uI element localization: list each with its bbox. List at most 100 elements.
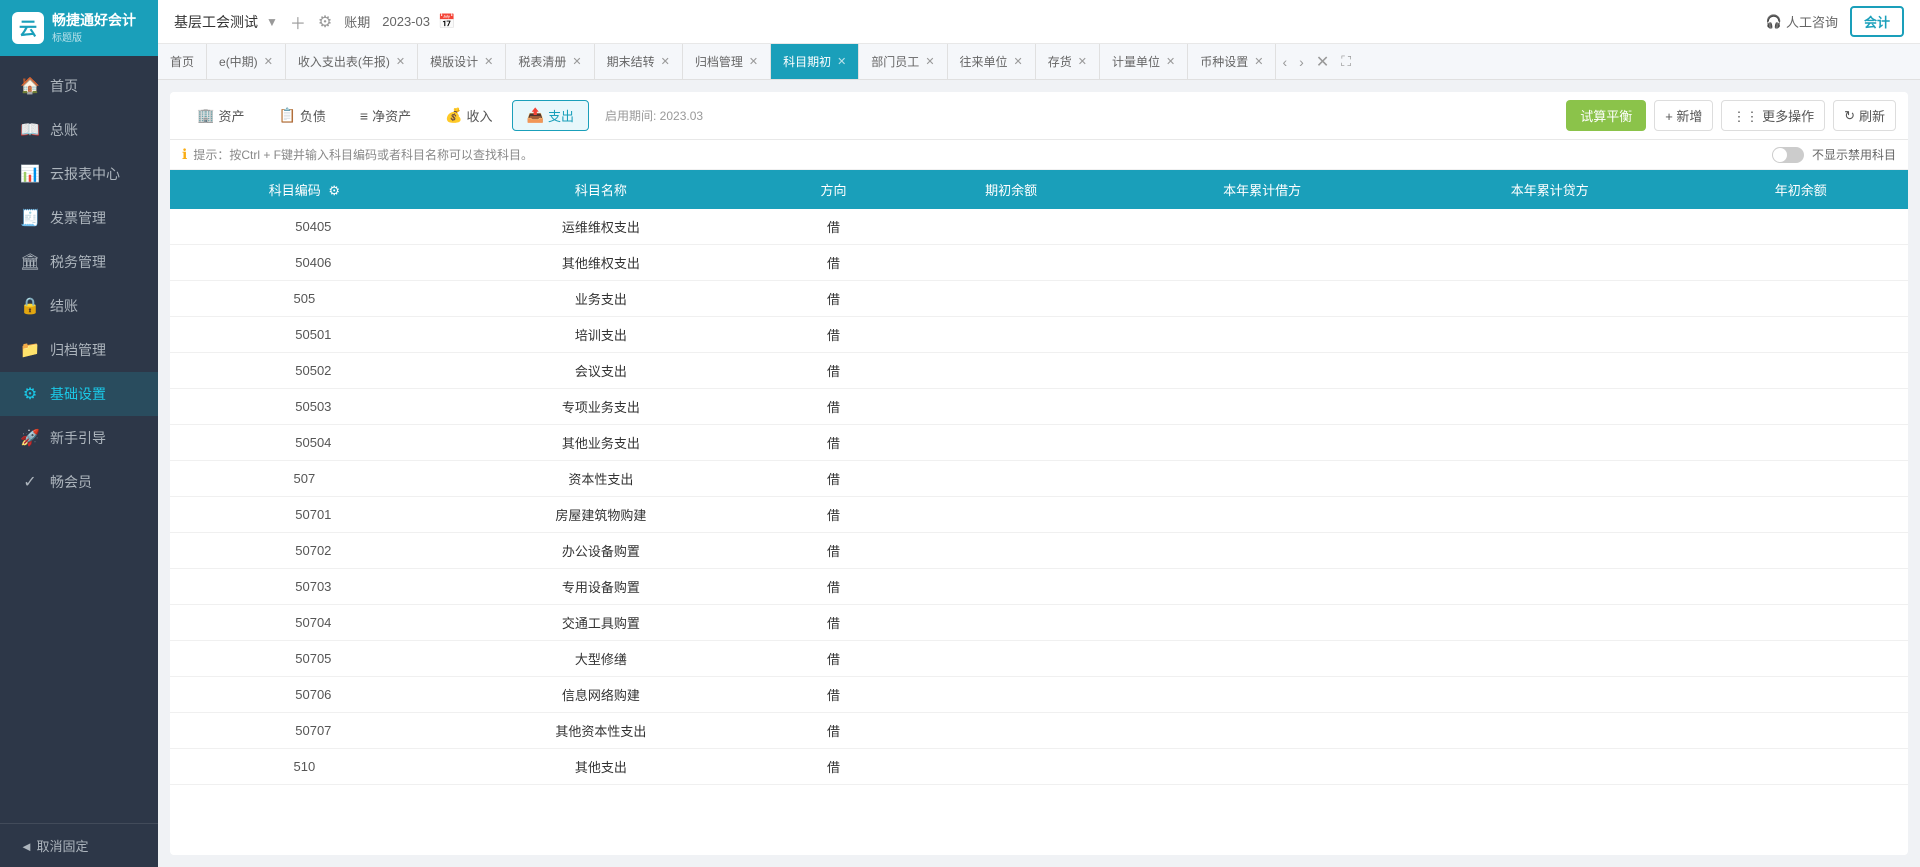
tab-close-inventory[interactable]: ✕	[1078, 55, 1087, 68]
table-row[interactable]: 50705大型修缮借	[170, 641, 1908, 677]
subtab-net-asset[interactable]: ≡ 净资产	[345, 100, 426, 131]
topbar: 基层工会测试 ▼ ＋ ⚙ 账期 2023-03 📅 🎧 人工咨询 会计	[158, 0, 1920, 44]
tab-close-mid[interactable]: ✕	[264, 55, 273, 68]
tab-close-income[interactable]: ✕	[396, 55, 405, 68]
cell-code: 50701	[170, 497, 439, 533]
subtab-label-income: 收入	[467, 106, 493, 125]
support-btn[interactable]: 🎧 人工咨询	[1766, 12, 1838, 31]
table-row[interactable]: 507资本性支出借	[170, 461, 1908, 497]
more-actions-btn[interactable]: ⋮⋮ 更多操作	[1721, 100, 1825, 131]
tab-template[interactable]: 模版设计✕	[418, 44, 506, 80]
table-row[interactable]: 50501培训支出借	[170, 317, 1908, 353]
tab-close-period[interactable]: ✕	[661, 55, 670, 68]
tab-close-template[interactable]: ✕	[484, 55, 493, 68]
income-icon: 💰	[445, 107, 462, 124]
cell-opening	[904, 245, 1118, 281]
tab-inventory[interactable]: 存货✕	[1036, 44, 1100, 80]
cell-debit	[1118, 641, 1406, 677]
tabs-expand-btn[interactable]: ⛶	[1335, 44, 1357, 80]
tab-close-measure[interactable]: ✕	[1166, 55, 1175, 68]
cell-name: 信息网络购建	[439, 677, 763, 713]
tab-close-currency[interactable]: ✕	[1254, 55, 1263, 68]
sidebar-item-home[interactable]: 🏠首页	[0, 64, 158, 108]
table-row[interactable]: 510其他支出借	[170, 749, 1908, 785]
col-header-name: 科目名称	[439, 170, 763, 209]
tab-close-dept[interactable]: ✕	[925, 55, 934, 68]
sidebar-item-guide[interactable]: 🚀新手引导	[0, 416, 158, 460]
table-row[interactable]: 50703专用设备购置借	[170, 569, 1908, 605]
table-row[interactable]: 50502会议支出借	[170, 353, 1908, 389]
tab-mid[interactable]: e(中期)✕	[207, 44, 286, 80]
sidebar-item-tax[interactable]: 🏛税务管理	[0, 240, 158, 284]
invoice-icon: 🧾	[20, 208, 40, 228]
col-settings-icon[interactable]: ⚙	[328, 183, 340, 198]
settings-icon: ⚙	[20, 384, 40, 404]
subtab-income[interactable]: 💰 收入	[430, 100, 507, 131]
subtab-expense[interactable]: 📤 支出	[512, 100, 589, 131]
ledger-icon: 📖	[20, 120, 40, 140]
sidebar-item-archive[interactable]: 📁归档管理	[0, 328, 158, 372]
account-button[interactable]: 会计	[1850, 6, 1904, 37]
cell-name: 房屋建筑物购建	[439, 497, 763, 533]
calc-balance-btn[interactable]: 试算平衡	[1566, 100, 1646, 131]
tab-tax[interactable]: 税表清册✕	[506, 44, 594, 80]
table-row[interactable]: 505业务支出借	[170, 281, 1908, 317]
disable-toggle[interactable]	[1772, 147, 1804, 163]
cell-code: 50704	[170, 605, 439, 641]
tab-measure[interactable]: 计量单位✕	[1100, 44, 1188, 80]
sidebar-item-reports[interactable]: 📊云报表中心	[0, 152, 158, 196]
tab-close-tax[interactable]: ✕	[572, 55, 581, 68]
refresh-btn[interactable]: ↻ 刷新	[1833, 100, 1896, 131]
tabs-prev-btn[interactable]: ‹	[1276, 44, 1293, 80]
cell-opening	[904, 605, 1118, 641]
hint-bar: ℹ 提示：按Ctrl + F键并输入科目编码或者科目名称可以查找科目。 不显示禁…	[170, 140, 1908, 170]
cell-debit	[1118, 389, 1406, 425]
cell-name: 培训支出	[439, 317, 763, 353]
table-row[interactable]: 50405运维维权支出借	[170, 209, 1908, 245]
tabs-close-all-btn[interactable]: ✕	[1310, 44, 1335, 80]
table-row[interactable]: 50706信息网络购建借	[170, 677, 1908, 713]
table-row[interactable]: 50503专项业务支出借	[170, 389, 1908, 425]
tab-period-close[interactable]: 期末结转✕	[595, 44, 683, 80]
cell-name: 其他业务支出	[439, 425, 763, 461]
tab-close-subject[interactable]: ✕	[837, 55, 846, 68]
table-row[interactable]: 50701房屋建筑物购建借	[170, 497, 1908, 533]
cell-code: 50702	[170, 533, 439, 569]
table-row[interactable]: 50702办公设备购置借	[170, 533, 1908, 569]
topbar-settings-icon[interactable]: ⚙	[318, 12, 332, 32]
add-btn[interactable]: + 新增	[1654, 100, 1713, 131]
close-accounts-icon: 🔒	[20, 296, 40, 316]
tab-currency[interactable]: 币种设置✕	[1188, 44, 1276, 80]
tab-unit[interactable]: 往来单位✕	[948, 44, 1036, 80]
tab-dept[interactable]: 部门员工✕	[859, 44, 947, 80]
table-row[interactable]: 50406其他维权支出借	[170, 245, 1908, 281]
cell-opening	[904, 353, 1118, 389]
table-row[interactable]: 50704交通工具购置借	[170, 605, 1908, 641]
sidebar-item-close[interactable]: 🔒结账	[0, 284, 158, 328]
calendar-icon[interactable]: 📅	[438, 13, 455, 30]
tab-close-archive[interactable]: ✕	[749, 55, 758, 68]
sidebar-item-settings[interactable]: ⚙基础设置	[0, 372, 158, 416]
tab-label-archive: 归档管理	[695, 53, 743, 70]
cell-name: 会议支出	[439, 353, 763, 389]
sidebar-item-invoice[interactable]: 🧾发票管理	[0, 196, 158, 240]
period-value: 2023-03	[382, 14, 430, 29]
sidebar-collapse-btn[interactable]: ◄ 取消固定	[0, 823, 158, 867]
cell-code: 50501	[170, 317, 439, 353]
subtab-liability[interactable]: 📋 负债	[263, 100, 340, 131]
table-row[interactable]: 50707其他资本性支出借	[170, 713, 1908, 749]
cell-credit	[1406, 713, 1694, 749]
subtab-asset[interactable]: 🏢 资产	[182, 100, 259, 131]
tab-close-unit[interactable]: ✕	[1014, 55, 1023, 68]
sidebar-item-member[interactable]: ✓畅会员	[0, 460, 158, 504]
tab-subject-init[interactable]: 科目期初✕	[771, 44, 859, 80]
tab-archive[interactable]: 归档管理 ✕	[683, 44, 771, 80]
add-company-btn[interactable]: ＋	[286, 10, 310, 34]
tab-income[interactable]: 收入支出表(年报)✕	[286, 44, 418, 80]
tabs-next-btn[interactable]: ›	[1293, 44, 1310, 80]
sidebar-item-ledger[interactable]: 📖总账	[0, 108, 158, 152]
table-row[interactable]: 50504其他业务支出借	[170, 425, 1908, 461]
company-dropdown-icon[interactable]: ▼	[266, 15, 278, 29]
table-container: 科目编码 ⚙ 科目名称 方向 期初余额 本年累计借方 本年累计贷方 年初余额 5	[170, 170, 1908, 855]
tab-home[interactable]: 首页	[158, 44, 207, 80]
